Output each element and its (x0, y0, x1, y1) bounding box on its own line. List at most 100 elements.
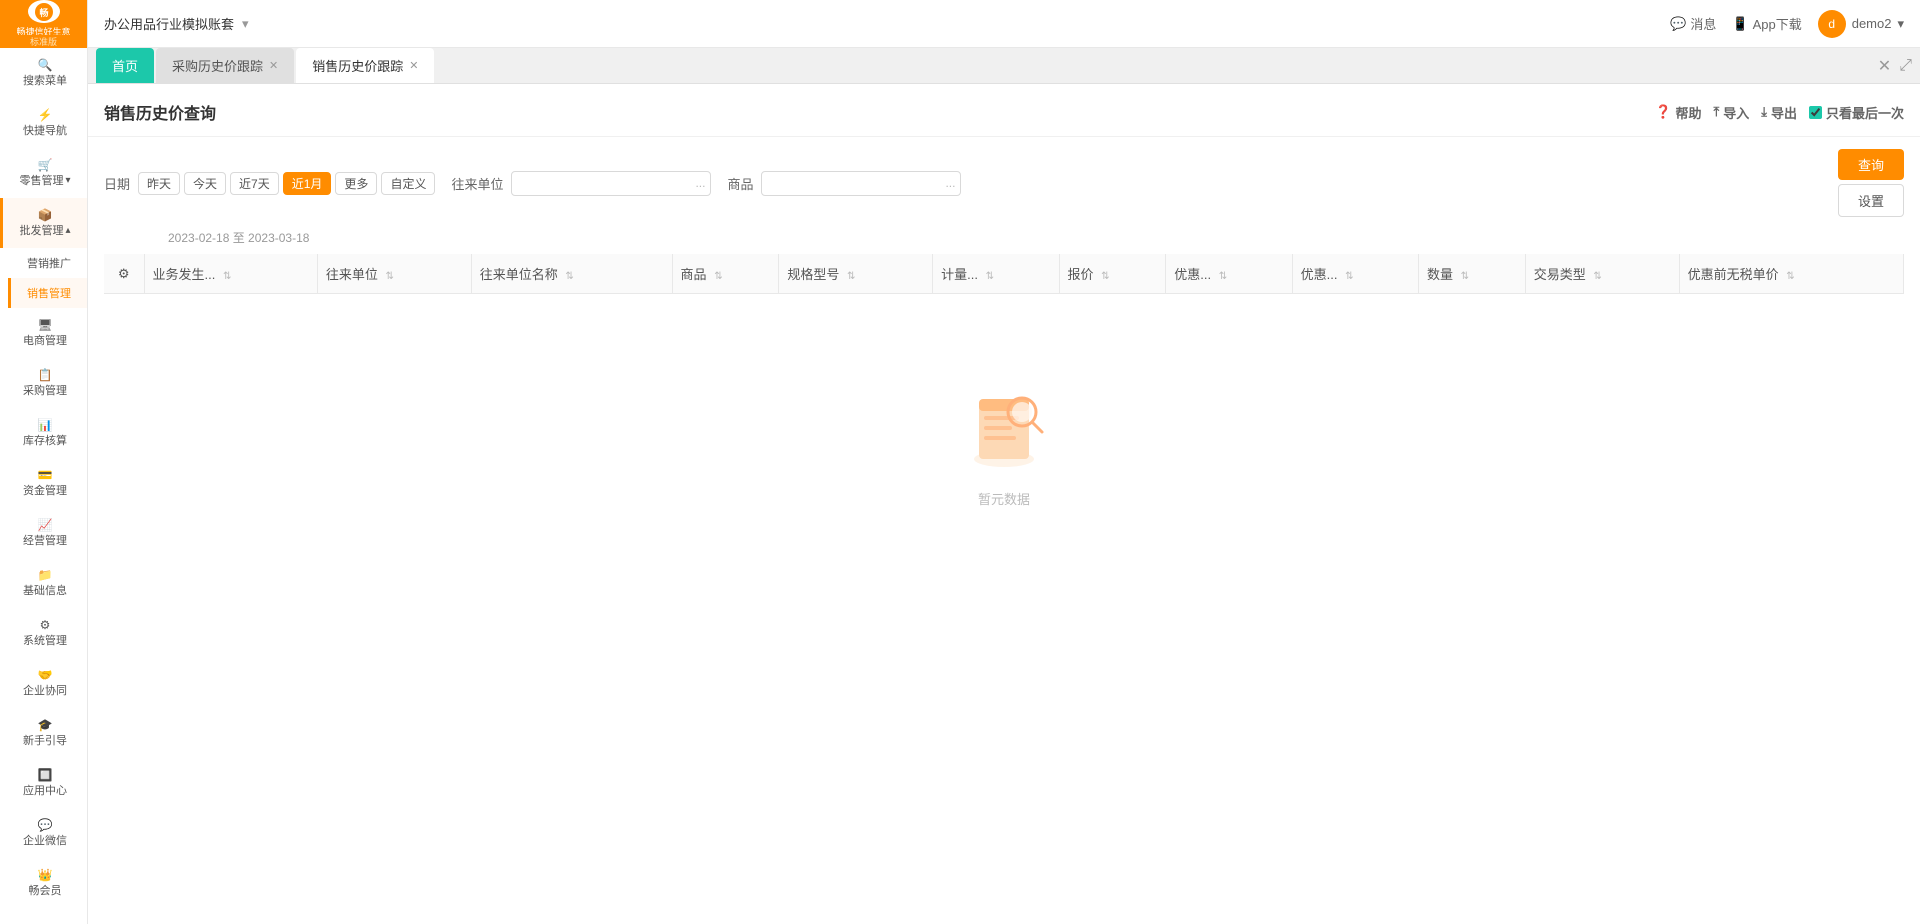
inventory-icon: 📊 (7, 418, 83, 432)
sort-unit-icon: ⇅ (986, 271, 994, 282)
help-button[interactable]: ❓ 帮助 (1655, 103, 1701, 122)
sort-counterparty-icon: ⇅ (386, 271, 394, 282)
maximize-window-button[interactable]: ⤢ (1899, 57, 1912, 75)
col-product[interactable]: 商品 ⇅ (672, 254, 779, 294)
col-unit[interactable]: 计量... ⇅ (933, 254, 1059, 294)
date-buttons: 昨天 今天 近7天 近1月 更多 自定义 (138, 172, 435, 195)
purchase-icon: 📋 (7, 368, 83, 382)
date-btn-1month[interactable]: 近1月 (283, 172, 332, 195)
retail-icon: 🛒 (7, 158, 83, 172)
logo-icon: 畅 (28, 0, 60, 23)
sort-counterparty-name-icon: ⇅ (565, 271, 573, 282)
message-button[interactable]: 💬 消息 (1670, 14, 1716, 33)
sort-quantity-icon: ⇅ (1461, 271, 1469, 282)
col-quantity[interactable]: 数量 ⇅ (1419, 254, 1526, 294)
sidebar-item-operation[interactable]: 📈 经营管理 (0, 508, 87, 558)
sidebar-item-inventory[interactable]: 📊 库存核算 (0, 408, 87, 458)
only-last-checkbox[interactable] (1809, 106, 1822, 119)
product-dots[interactable]: ... (945, 176, 955, 190)
date-range-display: 2023-02-18 至 2023-03-18 (88, 229, 1920, 254)
col-trade-type[interactable]: 交易类型 ⇅ (1525, 254, 1679, 294)
page-header: 销售历史价查询 ❓ 帮助 ⤒ 导入 ⤓ 导出 (88, 84, 1920, 137)
operation-icon: 📈 (7, 518, 83, 532)
close-purchase-history-icon[interactable]: ✕ (269, 59, 278, 72)
sidebar: 畅 畅捷信好生意 标准版 🔍 搜索菜单 ⚡ 快捷导航 🛒 零售管理 ▾ 📦 批发… (0, 0, 88, 924)
wholesale-submenu: 营销推广 销售管理 (0, 248, 87, 308)
query-button[interactable]: 查询 (1838, 149, 1904, 180)
topbar-right: 💬 消息 📱 App下载 d demo2 ▾ (1670, 10, 1904, 38)
sidebar-item-quick-nav[interactable]: ⚡ 快捷导航 (0, 98, 87, 148)
export-button[interactable]: ⤓ 导出 (1761, 103, 1797, 122)
settings-icon[interactable]: ⚙ (118, 266, 130, 281)
sort-trade-type-icon: ⇅ (1593, 271, 1601, 282)
setting-button[interactable]: 设置 (1838, 184, 1904, 217)
import-button[interactable]: ⤒ 导入 (1713, 103, 1749, 122)
search-menu-icon: 🔍 (7, 58, 83, 72)
topbar-left: 办公用品行业模拟账套 ▾ (104, 14, 249, 33)
sidebar-item-system[interactable]: ⚙ 系统管理 (0, 608, 87, 658)
only-last-checkbox-label[interactable]: 只看最后一次 (1809, 103, 1904, 122)
sidebar-item-search[interactable]: 🔍 搜索菜单 (0, 48, 87, 98)
ecommerce-icon: 🖥 (7, 318, 83, 332)
col-settings[interactable]: ⚙ (104, 254, 144, 294)
app-download-button[interactable]: 📱 App下载 (1732, 14, 1801, 33)
close-window-button[interactable]: ✕ (1878, 56, 1891, 76)
sidebar-item-finance[interactable]: 💳 资金管理 (0, 458, 87, 508)
page-title-row: 销售历史价查询 ❓ 帮助 ⤒ 导入 ⤓ 导出 (104, 100, 1904, 124)
sidebar-item-purchase[interactable]: 📋 采购管理 (0, 358, 87, 408)
counterparty-input[interactable] (511, 171, 711, 196)
dropdown-chevron-icon[interactable]: ▾ (242, 16, 249, 32)
table-header-row: ⚙ 业务发生... ⇅ 往来单位 ⇅ 往来单位名称 ⇅ (104, 254, 1904, 294)
col-discount1[interactable]: 优惠... ⇅ (1166, 254, 1292, 294)
sidebar-item-retail[interactable]: 🛒 零售管理 ▾ (0, 148, 87, 198)
download-icon: 📱 (1732, 16, 1748, 32)
sidebar-item-guide[interactable]: 🎓 新手引导 (0, 708, 87, 758)
date-btn-custom[interactable]: 自定义 (381, 172, 435, 195)
tabbar: 首页 采购历史价跟踪 ✕ 销售历史价跟踪 ✕ ✕ ⤢ (88, 48, 1920, 84)
col-counterparty[interactable]: 往来单位 ⇅ (317, 254, 471, 294)
action-buttons: 查询 设置 (1838, 149, 1904, 217)
user-avatar[interactable]: d demo2 ▾ (1818, 10, 1904, 38)
product-label: 商品 (727, 174, 753, 193)
counterparty-dots[interactable]: ... (695, 176, 705, 190)
quick-nav-icon: ⚡ (7, 108, 83, 122)
sidebar-item-member[interactable]: 👑 畅会员 (0, 858, 87, 908)
sidebar-item-enterprise[interactable]: 🤝 企业协同 (0, 658, 87, 708)
col-pre-tax-price[interactable]: 优惠前无税单价 ⇅ (1679, 254, 1903, 294)
date-filter-label: 日期 (104, 174, 130, 193)
col-biz-date[interactable]: 业务发生... ⇅ (144, 254, 317, 294)
date-btn-more[interactable]: 更多 (335, 172, 377, 195)
product-input-wrapper: ... (761, 171, 961, 196)
col-counterparty-name[interactable]: 往来单位名称 ⇅ (471, 254, 672, 294)
product-input[interactable] (761, 171, 961, 196)
sidebar-item-marketing[interactable]: 营销推广 (8, 248, 87, 278)
sidebar-item-sales[interactable]: 销售管理 (8, 278, 87, 308)
tab-purchase-history[interactable]: 采购历史价跟踪 ✕ (156, 48, 294, 83)
col-discount2[interactable]: 优惠... ⇅ (1292, 254, 1418, 294)
tab-home[interactable]: 首页 (96, 48, 154, 83)
topbar: 办公用品行业模拟账套 ▾ 💬 消息 📱 App下载 d demo2 ▾ (88, 0, 1920, 48)
col-spec[interactable]: 规格型号 ⇅ (779, 254, 933, 294)
date-btn-7days[interactable]: 近7天 (230, 172, 279, 195)
finance-icon: 💳 (7, 468, 83, 482)
sort-price-icon: ⇅ (1101, 271, 1109, 282)
sidebar-item-base-info[interactable]: 📁 基础信息 (0, 558, 87, 608)
user-chevron-icon: ▾ (1897, 16, 1904, 32)
tab-sales-history[interactable]: 销售历史价跟踪 ✕ (296, 48, 434, 83)
sidebar-item-ecommerce[interactable]: 🖥 电商管理 (0, 308, 87, 358)
empty-svg-icon (954, 374, 1054, 474)
sidebar-item-wechat[interactable]: 💬 企业微信 (0, 808, 87, 858)
empty-illustration (954, 374, 1054, 477)
col-price[interactable]: 报价 ⇅ (1059, 254, 1166, 294)
date-btn-yesterday[interactable]: 昨天 (138, 172, 180, 195)
message-icon: 💬 (1670, 16, 1686, 32)
sidebar-item-apps[interactable]: 🔲 应用中心 (0, 758, 87, 808)
table-wrapper: ⚙ 业务发生... ⇅ 往来单位 ⇅ 往来单位名称 ⇅ (88, 254, 1920, 588)
close-sales-history-icon[interactable]: ✕ (409, 59, 418, 72)
system-icon: ⚙ (7, 618, 83, 632)
sidebar-item-wholesale[interactable]: 📦 批发管理 ▴ (0, 198, 87, 248)
sort-spec-icon: ⇅ (847, 271, 855, 282)
logo[interactable]: 畅 畅捷信好生意 标准版 (0, 0, 87, 48)
date-btn-today[interactable]: 今天 (184, 172, 226, 195)
member-icon: 👑 (7, 868, 83, 882)
